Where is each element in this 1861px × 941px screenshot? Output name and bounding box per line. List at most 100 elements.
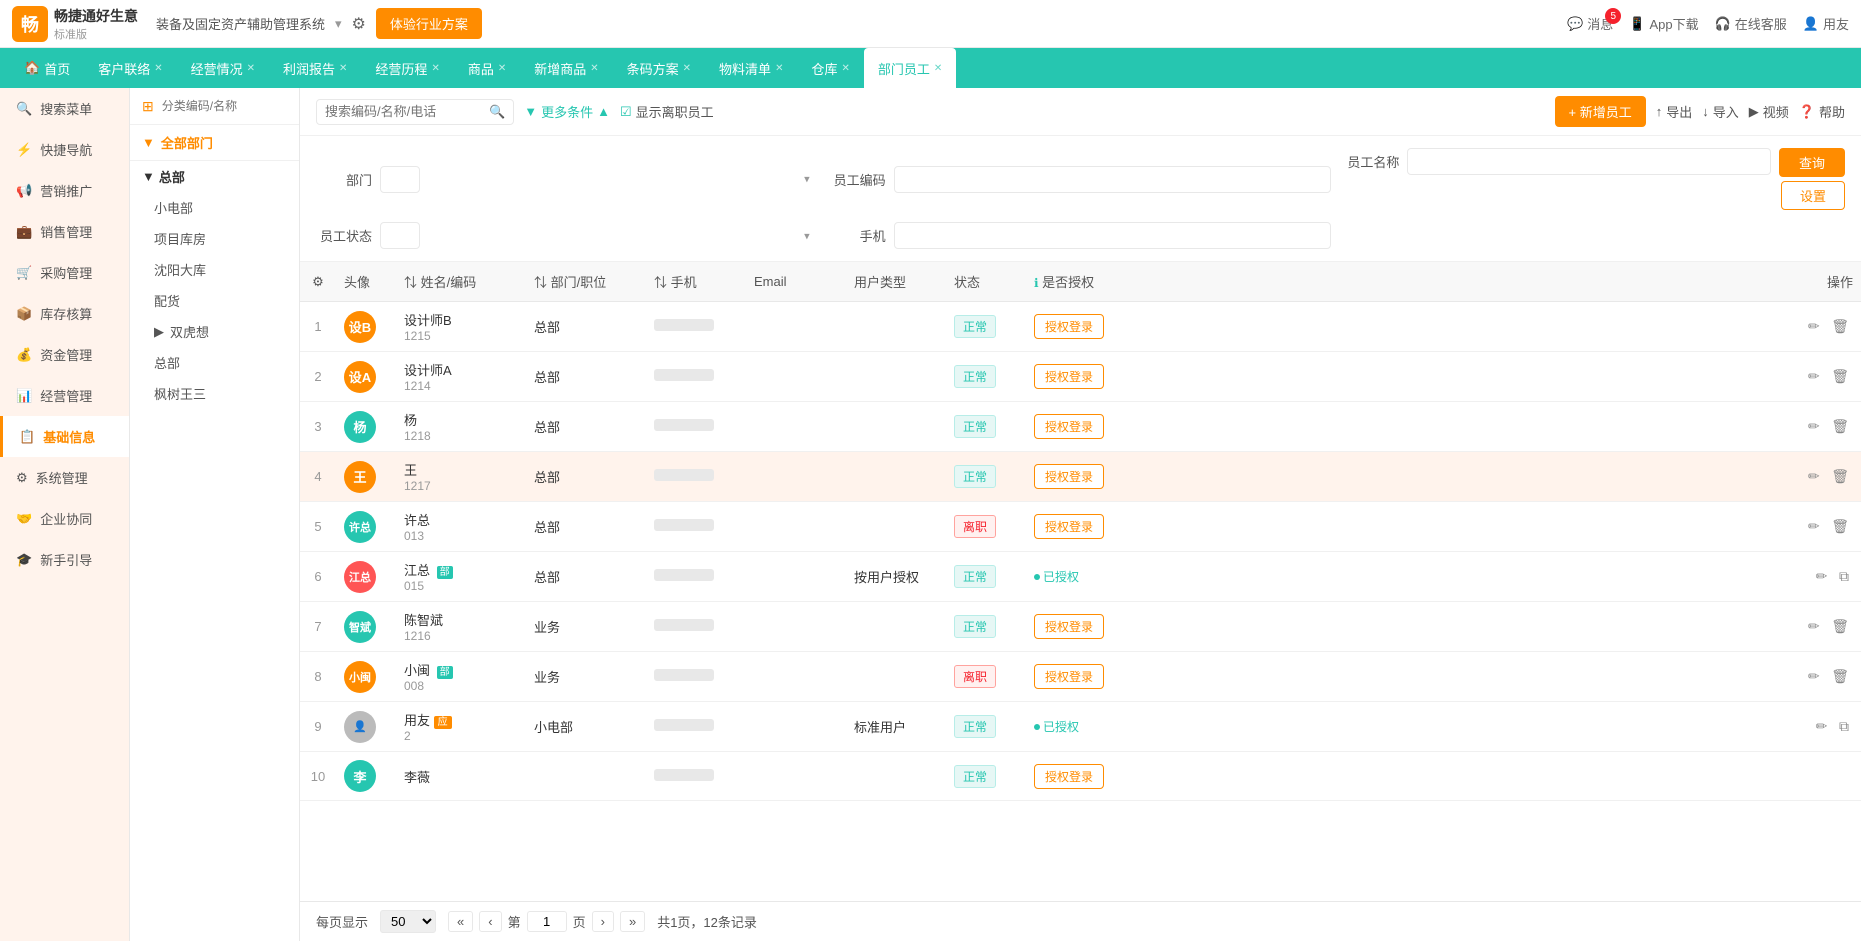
auth-btn[interactable]: 授权登录 xyxy=(1034,364,1104,389)
edit-btn[interactable]: ✏ xyxy=(1804,366,1824,387)
prev-page-btn[interactable]: ‹ xyxy=(479,911,501,932)
tab-close-icon[interactable]: ✕ xyxy=(841,63,849,74)
nav-system[interactable]: ⚙ 系统管理 xyxy=(0,457,129,498)
add-employee-btn[interactable]: + 新增员工 xyxy=(1555,96,1646,127)
nav-stock[interactable]: 📦 库存核算 xyxy=(0,293,129,334)
more-filter-btn[interactable]: ▼ 更多条件 ▲ xyxy=(524,102,610,121)
edit-btn[interactable]: ✏ xyxy=(1804,416,1824,437)
edit-btn[interactable]: ✏ xyxy=(1812,716,1832,737)
tab-close-icon[interactable]: ✕ xyxy=(934,63,942,74)
search-icon[interactable]: 🔍 xyxy=(489,104,505,120)
col-name[interactable]: ⇅ 姓名/编码 xyxy=(396,262,526,302)
tab-close-icon[interactable]: ✕ xyxy=(498,63,506,74)
dept-item-xiaodibu[interactable]: 小电部 xyxy=(130,192,299,223)
app-download-btn[interactable]: 📱 App下载 xyxy=(1629,14,1698,33)
auth-btn[interactable]: 授权登录 xyxy=(1034,414,1104,439)
tab-close-icon[interactable]: ✕ xyxy=(775,63,783,74)
tab-close-icon[interactable]: ✕ xyxy=(247,63,255,74)
nav-quick[interactable]: ⚡ 快捷导航 xyxy=(0,129,129,170)
delete-btn[interactable]: 🗑 xyxy=(1827,616,1853,637)
user-area[interactable]: 👤 用友 xyxy=(1803,14,1849,33)
nav-sales[interactable]: 💼 销售管理 xyxy=(0,211,129,252)
tab-business[interactable]: 经营情况 ✕ xyxy=(177,48,269,88)
nav-finance[interactable]: 💰 资金管理 xyxy=(0,334,129,375)
dept-item-double[interactable]: ▶ 双虎想 xyxy=(130,316,299,347)
dept-parent-general[interactable]: ▼ 总部 xyxy=(130,161,299,192)
dept-item-maple[interactable]: 枫树王三 xyxy=(130,378,299,409)
edit-btn[interactable]: ✏ xyxy=(1804,516,1824,537)
tab-history[interactable]: 经营历程 ✕ xyxy=(361,48,453,88)
nav-purchase[interactable]: 🛒 采购管理 xyxy=(0,252,129,293)
query-btn[interactable]: 查询 xyxy=(1779,148,1845,177)
col-dept[interactable]: ⇅ 部门/职位 xyxy=(526,262,646,302)
col-phone[interactable]: ⇅ 手机 xyxy=(646,262,746,302)
delete-btn[interactable]: 🗑 xyxy=(1827,416,1853,437)
edit-btn[interactable]: ✏ xyxy=(1812,566,1832,587)
import-btn[interactable]: ↓ 导入 xyxy=(1702,102,1739,121)
copy-btn[interactable]: ⧉ xyxy=(1835,716,1853,737)
dept-search-input[interactable] xyxy=(162,99,300,113)
help-btn[interactable]: ❓ 帮助 xyxy=(1799,102,1845,121)
auth-btn[interactable]: 授权登录 xyxy=(1034,514,1104,539)
status-select[interactable] xyxy=(380,222,420,249)
tab-new-goods[interactable]: 新增商品 ✕ xyxy=(520,48,612,88)
tab-barcode[interactable]: 条码方案 ✕ xyxy=(613,48,705,88)
edit-btn[interactable]: ✏ xyxy=(1804,316,1824,337)
empname-input[interactable] xyxy=(1407,148,1771,175)
auth-btn[interactable]: 授权登录 xyxy=(1034,314,1104,339)
tab-close-icon[interactable]: ✕ xyxy=(683,63,691,74)
nav-marketing[interactable]: 📢 营销推广 xyxy=(0,170,129,211)
dept-item-project[interactable]: 项目库房 xyxy=(130,223,299,254)
auth-btn[interactable]: 授权登录 xyxy=(1034,614,1104,639)
tab-close-icon[interactable]: ✕ xyxy=(590,63,598,74)
next-page-btn[interactable]: › xyxy=(592,911,614,932)
last-page-btn[interactable]: » xyxy=(620,911,645,932)
delete-btn[interactable]: 🗑 xyxy=(1827,366,1853,387)
tab-warehouse[interactable]: 仓库 ✕ xyxy=(797,48,863,88)
tab-home[interactable]: 🏠 首页 xyxy=(10,48,84,88)
nav-basic-info[interactable]: 📋 基础信息 xyxy=(0,416,129,457)
trial-btn[interactable]: 体验行业方案 xyxy=(376,8,482,39)
dept-all-item[interactable]: ▼ 全部部门 xyxy=(130,125,299,161)
view-btn[interactable]: ▶ 视频 xyxy=(1749,102,1789,121)
tab-close-icon[interactable]: ✕ xyxy=(154,63,162,74)
copy-btn[interactable]: ⧉ xyxy=(1835,566,1853,587)
page-input[interactable] xyxy=(527,911,567,932)
col-settings[interactable]: ⚙ xyxy=(300,262,336,302)
show-resigned-checkbox[interactable]: ☑ 显示离职员工 xyxy=(620,102,714,121)
setup-btn[interactable]: 设置 xyxy=(1781,181,1845,210)
tab-bom[interactable]: 物料清单 ✕ xyxy=(705,48,797,88)
tab-profit[interactable]: 利润报告 ✕ xyxy=(269,48,361,88)
message-btn[interactable]: 💬 消息 5 xyxy=(1567,14,1613,33)
edit-btn[interactable]: ✏ xyxy=(1804,616,1824,637)
dept-item-peihuo[interactable]: 配货 xyxy=(130,285,299,316)
auth-btn[interactable]: 授权登录 xyxy=(1034,764,1104,789)
auth-btn[interactable]: 授权登录 xyxy=(1034,464,1104,489)
tab-customer[interactable]: 客户联络 ✕ xyxy=(84,48,176,88)
delete-btn[interactable]: 🗑 xyxy=(1827,316,1853,337)
dept-select[interactable] xyxy=(380,166,420,193)
export-btn[interactable]: ↑ 导出 xyxy=(1656,102,1693,121)
settings-icon[interactable]: ⚙ xyxy=(352,14,366,34)
tab-close-icon[interactable]: ✕ xyxy=(431,63,439,74)
edit-btn[interactable]: ✏ xyxy=(1804,466,1824,487)
tab-close-icon[interactable]: ✕ xyxy=(339,63,347,74)
page-size-select[interactable]: 50 20 100 xyxy=(380,910,436,933)
edit-btn[interactable]: ✏ xyxy=(1804,666,1824,687)
nav-collab[interactable]: 🤝 企业协同 xyxy=(0,498,129,539)
search-input[interactable] xyxy=(325,104,485,119)
tab-goods[interactable]: 商品 ✕ xyxy=(454,48,520,88)
dropdown-arrow-icon[interactable]: ▾ xyxy=(335,16,342,32)
empcode-input[interactable] xyxy=(894,166,1332,193)
nav-operations[interactable]: 📊 经营管理 xyxy=(0,375,129,416)
phone-input[interactable] xyxy=(894,222,1332,249)
nav-guide[interactable]: 🎓 新手引导 xyxy=(0,539,129,580)
service-btn[interactable]: 🎧 在线客服 xyxy=(1715,14,1787,33)
delete-btn[interactable]: 🗑 xyxy=(1827,666,1853,687)
auth-btn[interactable]: 授权登录 xyxy=(1034,664,1104,689)
dept-item-zongbu[interactable]: 总部 xyxy=(130,347,299,378)
tab-employee[interactable]: 部门员工 ✕ xyxy=(864,48,956,88)
delete-btn[interactable]: 🗑 xyxy=(1827,516,1853,537)
dept-item-shenyang[interactable]: 沈阳大库 xyxy=(130,254,299,285)
col-auth[interactable]: ℹ 是否授权 xyxy=(1026,262,1146,302)
